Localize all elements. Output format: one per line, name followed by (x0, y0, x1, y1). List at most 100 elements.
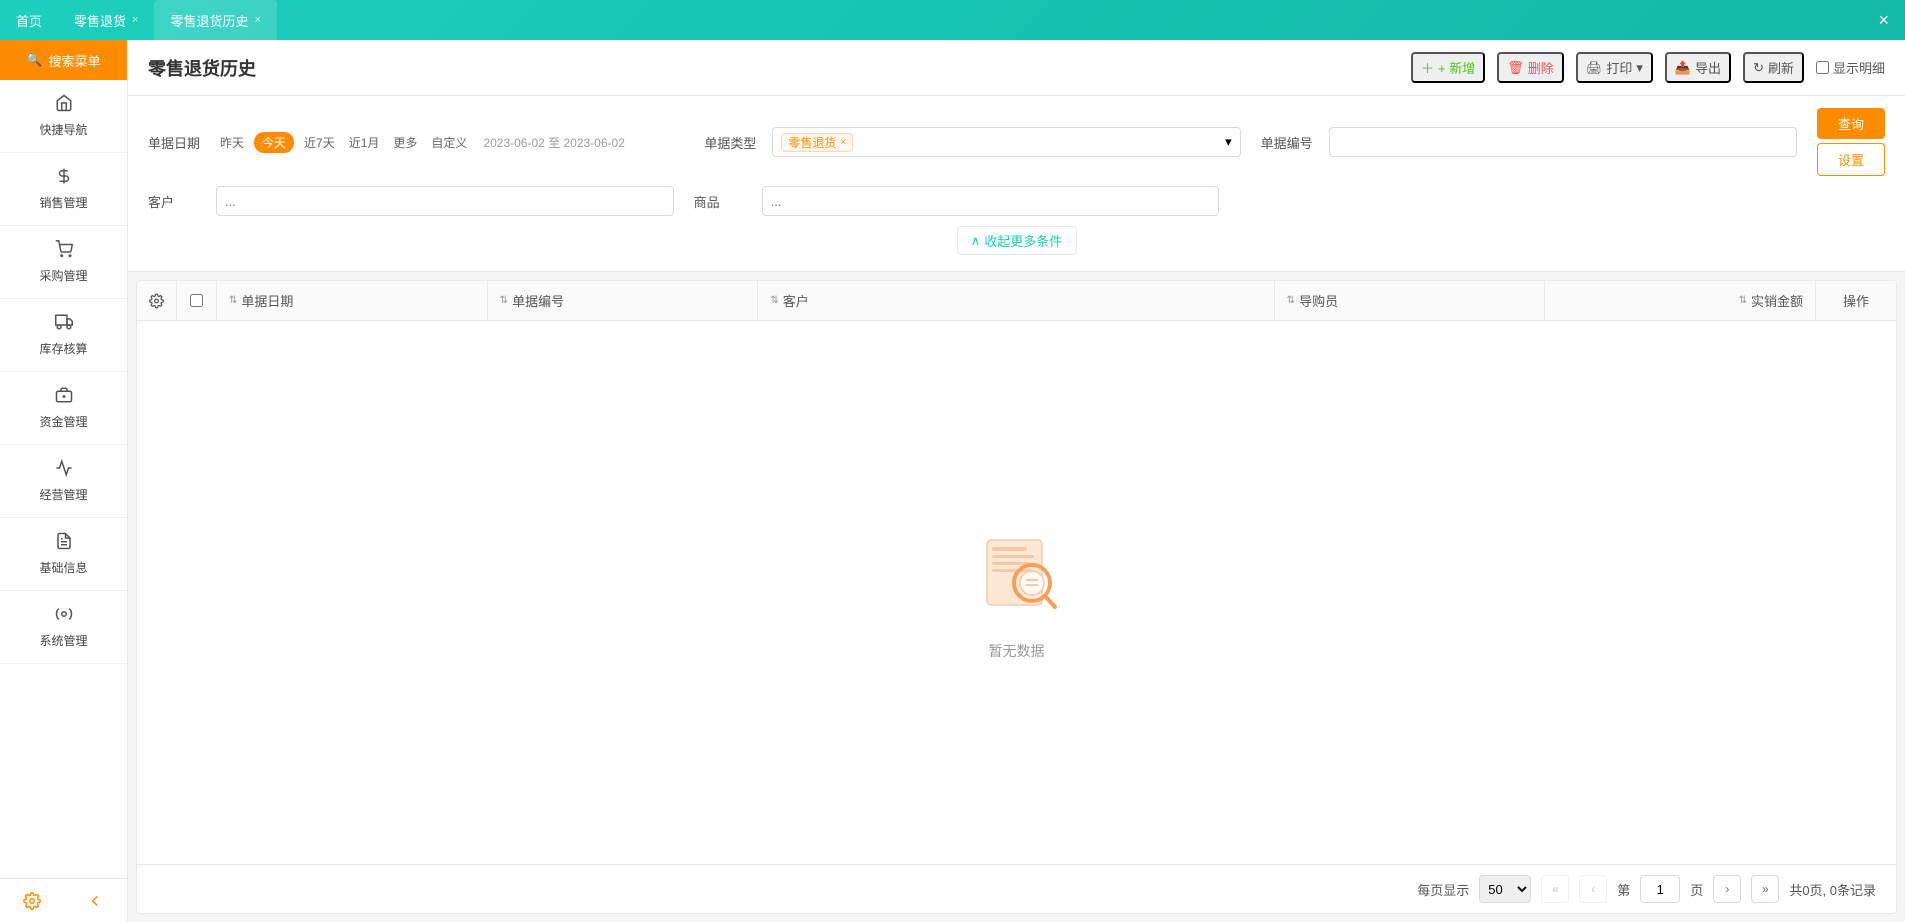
sidebar-item-finance-label: 资金管理 (39, 413, 87, 430)
collapse-label: 收起更多条件 (984, 231, 1062, 250)
empty-illustration (967, 525, 1067, 625)
date-range-display: 2023-06-02 至 2023-06-02 (483, 134, 624, 151)
more-btn[interactable]: 更多 (389, 132, 421, 153)
export-icon: 📤 (1675, 60, 1691, 76)
th-amount-label: 实销金额 (1751, 291, 1803, 310)
prev-page-button[interactable]: ‹ (1579, 875, 1607, 903)
sys-icon (55, 605, 73, 628)
tab-retail-return-close[interactable]: × (132, 14, 138, 26)
tab-retail-return-history[interactable]: 零售退货历史 × (154, 0, 276, 40)
sidebar-item-inventory[interactable]: 库存核算 (0, 299, 127, 372)
header-actions: ＋ + 新增 🗑 删除 🖨 打印 ▾ 📤 导出 ↻ (1411, 52, 1885, 83)
sidebar-collapse-btn[interactable] (64, 879, 128, 922)
finance-icon (55, 386, 73, 409)
collapse-button[interactable]: ∧ 收起更多条件 (957, 226, 1077, 255)
th-guide[interactable]: ⇅ 导购员 (1275, 281, 1546, 320)
sidebar-item-purchase[interactable]: 采购管理 (0, 226, 127, 299)
query-button[interactable]: 查询 (1817, 108, 1885, 139)
sort-date-icon: ⇅ (229, 295, 237, 306)
th-amount[interactable]: ⇅ 实销金额 (1545, 281, 1816, 320)
th-date[interactable]: ⇅ 单据日期 (217, 281, 488, 320)
sidebar-item-operations-label: 经营管理 (39, 486, 87, 503)
yesterday-btn[interactable]: 昨天 (216, 132, 248, 153)
th-bill-no-label: 单据编号 (512, 291, 564, 310)
pagination: 每页显示 50 10 20 100 « ‹ 第 页 › » 共0页, 0条记录 (137, 864, 1896, 913)
sidebar-settings-btn[interactable] (0, 879, 64, 922)
custom-btn[interactable]: 自定义 (427, 132, 471, 153)
export-button[interactable]: 📤 导出 (1665, 52, 1731, 83)
next-page-button[interactable]: › (1713, 875, 1741, 903)
sidebar-item-finance[interactable]: 资金管理 (0, 372, 127, 445)
bill-type-tag-close[interactable]: × (840, 137, 846, 148)
table-header: ⇅ 单据日期 ⇅ 单据编号 ⇅ 客户 ⇅ 导购员 ⇅ 实销金额 (137, 281, 1896, 321)
sidebar-nav: 快捷导航 销售管理 采购管理 库存核算 (0, 80, 127, 878)
per-page-label: 每页显示 (1417, 880, 1469, 899)
th-checkbox[interactable] (177, 281, 217, 320)
sidebar-search[interactable]: 🔍 搜索菜单 (0, 40, 127, 80)
page-title: 零售退货历史 (148, 55, 256, 81)
empty-text: 暂无数据 (989, 641, 1045, 661)
filter-row-2: 客户 商品 (148, 186, 1885, 216)
tab-home-label: 首页 (16, 11, 42, 30)
set-button[interactable]: 设置 (1817, 143, 1885, 176)
tab-bar: 首页 零售退货 × 零售退货历史 × (0, 0, 1862, 40)
sidebar-item-purchase-label: 采购管理 (39, 267, 87, 284)
new-icon: ＋ (1421, 58, 1434, 77)
th-operation: 操作 (1816, 281, 1896, 320)
th-bill-no[interactable]: ⇅ 单据编号 (488, 281, 759, 320)
show-detail-checkbox[interactable] (1816, 61, 1829, 74)
sidebar-item-quick-nav-label: 快捷导航 (39, 121, 87, 138)
window-close-button[interactable]: × (1862, 10, 1905, 31)
new-button[interactable]: ＋ + 新增 (1411, 52, 1485, 83)
page-input[interactable] (1640, 875, 1680, 903)
goods-label: 商品 (694, 192, 754, 211)
base-info-icon (55, 532, 73, 555)
show-detail-toggle[interactable]: 显示明细 (1816, 58, 1885, 77)
first-page-button[interactable]: « (1541, 875, 1569, 903)
main-layout: 🔍 搜索菜单 快捷导航 销售管理 采购管理 (0, 40, 1905, 922)
sidebar-item-sys[interactable]: 系统管理 (0, 591, 127, 664)
page-suffix-label: 页 (1690, 880, 1703, 899)
tab-home[interactable]: 首页 (0, 0, 58, 40)
sidebar-item-base-info[interactable]: 基础信息 (0, 518, 127, 591)
new-label: + 新增 (1438, 58, 1475, 77)
th-customer[interactable]: ⇅ 客户 (758, 281, 1274, 320)
bill-type-select[interactable]: 零售退货 × ▾ (772, 127, 1240, 157)
date-shortcuts: 昨天 今天 近7天 近1月 更多 自定义 (216, 132, 471, 153)
last-page-button[interactable]: » (1751, 875, 1779, 903)
delete-button[interactable]: 🗑 删除 (1497, 52, 1564, 83)
delete-icon: 🗑 (1507, 60, 1524, 76)
print-button[interactable]: 🖨 打印 ▾ (1576, 52, 1653, 83)
last7-btn[interactable]: 近7天 (300, 132, 339, 153)
bill-no-filter: 单据编号 (1261, 127, 1797, 157)
bill-no-label: 单据编号 (1261, 133, 1321, 152)
filter-row-1: 单据日期 昨天 今天 近7天 近1月 更多 自定义 2023-06-02 至 2… (148, 108, 1885, 176)
total-info: 共0页, 0条记录 (1789, 880, 1876, 899)
tab-retail-return-history-label: 零售退货历史 (170, 11, 248, 30)
print-icon: 🖨 (1586, 60, 1603, 76)
inventory-icon (55, 313, 73, 336)
today-btn[interactable]: 今天 (254, 132, 294, 153)
sidebar-item-quick-nav[interactable]: 快捷导航 (0, 80, 127, 153)
empty-state: 暂无数据 (137, 321, 1896, 864)
per-page-select[interactable]: 50 10 20 100 (1479, 875, 1531, 903)
customer-input[interactable] (216, 186, 674, 216)
operations-icon (55, 459, 73, 482)
th-operation-label: 操作 (1843, 291, 1869, 310)
sidebar-item-sales[interactable]: 销售管理 (0, 153, 127, 226)
search-icon: 🔍 (26, 52, 42, 68)
bill-no-input[interactable] (1329, 127, 1797, 157)
sidebar-item-base-info-label: 基础信息 (39, 559, 87, 576)
sidebar-search-label: 搜索菜单 (49, 51, 101, 70)
last-month-btn[interactable]: 近1月 (345, 132, 384, 153)
tab-retail-return[interactable]: 零售退货 × (58, 0, 154, 40)
refresh-label: 刷新 (1768, 58, 1794, 77)
sidebar-item-operations[interactable]: 经营管理 (0, 445, 127, 518)
th-settings[interactable] (137, 281, 177, 320)
sort-bill-no-icon: ⇅ (500, 295, 508, 306)
refresh-button[interactable]: ↻ 刷新 (1743, 52, 1804, 83)
tab-retail-return-history-close[interactable]: × (254, 14, 260, 26)
select-all-checkbox[interactable] (190, 294, 203, 307)
goods-input[interactable] (762, 186, 1220, 216)
th-guide-label: 导购员 (1299, 291, 1338, 310)
